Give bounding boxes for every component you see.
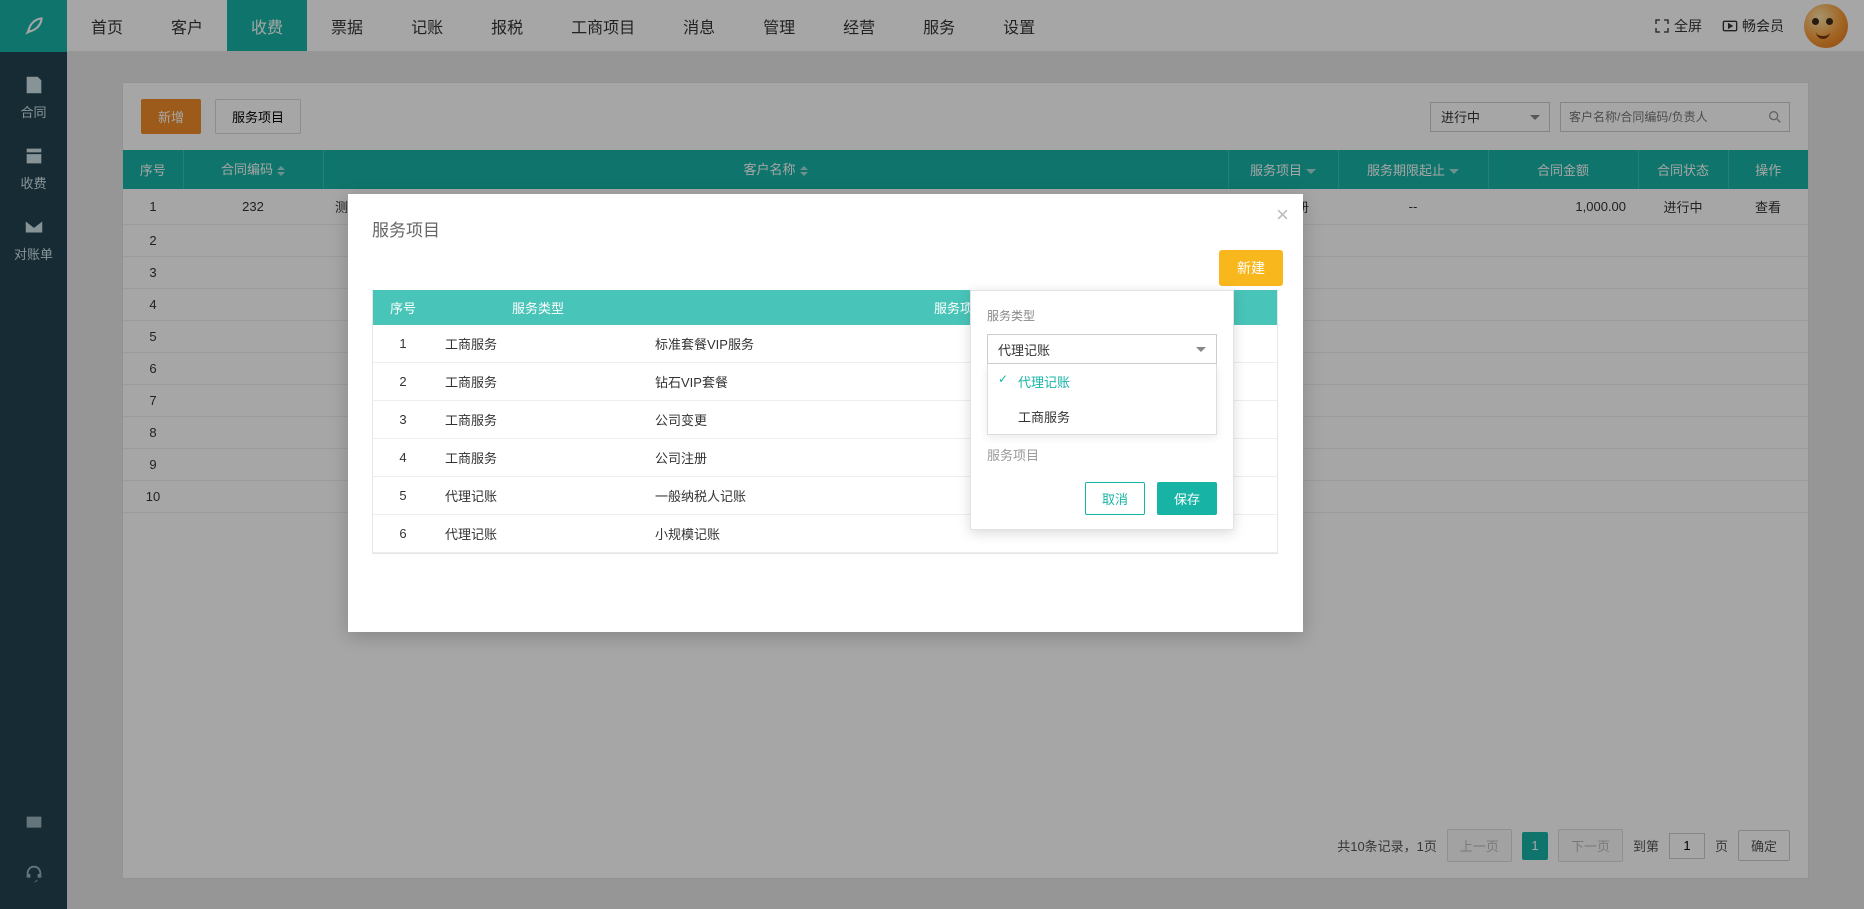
mcell-seq: 2 [373,363,433,401]
mcell-seq: 1 [373,325,433,363]
pop-cancel-button[interactable]: 取消 [1085,482,1145,515]
mcell-type: 工商服务 [433,325,643,363]
pop-option-0[interactable]: 代理记账 [988,364,1216,399]
pop-label-project: 服务项目 [987,445,1217,464]
new-service-popover: 服务类型 代理记账 代理记账 工商服务 服务项目 取消 保存 [970,290,1234,530]
mcell-type: 代理记账 [433,515,643,553]
mcell-type: 工商服务 [433,439,643,477]
mcol-type: 服务类型 [433,290,643,325]
mcell-seq: 4 [373,439,433,477]
pop-buttons: 取消 保存 [987,482,1217,515]
modal-title: 服务项目 [348,194,1303,249]
pop-label-type: 服务类型 [987,307,1217,324]
mcol-seq: 序号 [373,290,433,325]
pop-option-1[interactable]: 工商服务 [988,399,1216,434]
mcell-type: 工商服务 [433,401,643,439]
mcell-seq: 3 [373,401,433,439]
mcell-seq: 6 [373,515,433,553]
pop-type-select[interactable]: 代理记账 [987,334,1217,364]
pop-dropdown: 代理记账 工商服务 [987,364,1217,435]
mcell-type: 代理记账 [433,477,643,515]
pop-save-button[interactable]: 保存 [1157,482,1217,515]
modal-new-button[interactable]: 新建 [1219,250,1283,286]
mcell-type: 工商服务 [433,363,643,401]
mcell-seq: 5 [373,477,433,515]
modal-close-button[interactable]: × [1276,204,1289,226]
pop-type-value: 代理记账 [998,340,1050,359]
